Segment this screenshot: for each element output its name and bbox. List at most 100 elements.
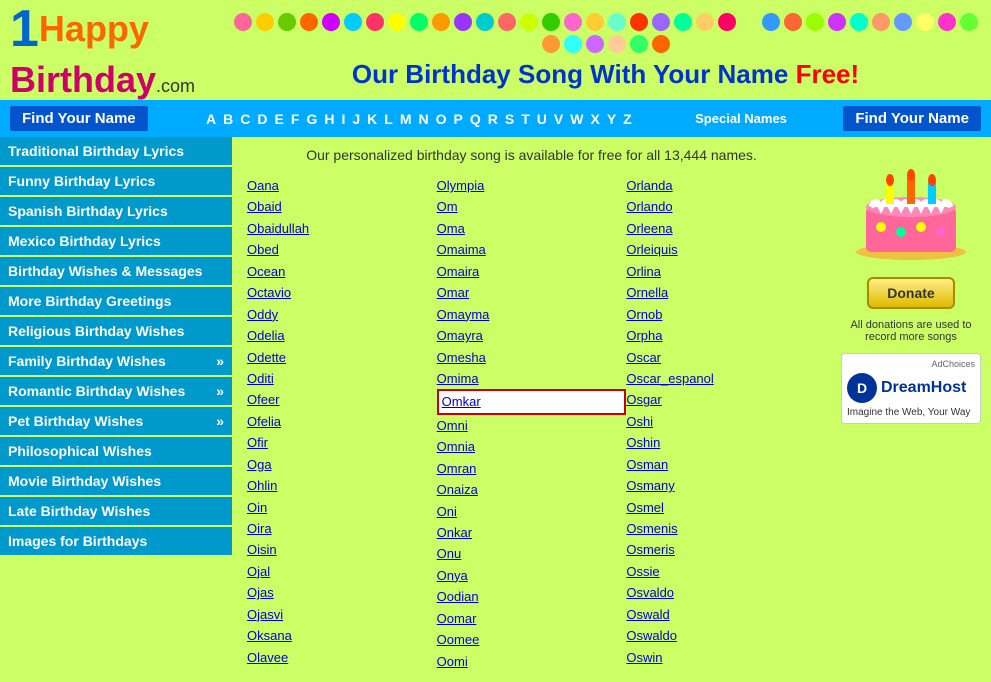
alpha-link-s[interactable]: S [503, 110, 516, 128]
name-link[interactable]: Omesha [437, 347, 627, 368]
sidebar-item-6[interactable]: Religious Birthday Wishes [0, 317, 232, 347]
name-link[interactable]: Orlanda [626, 175, 816, 196]
name-link[interactable]: Omni [437, 415, 627, 436]
alpha-link-l[interactable]: L [382, 110, 395, 128]
name-link[interactable]: Odelia [247, 325, 437, 346]
name-link[interactable]: Orpha [626, 325, 816, 346]
donate-button[interactable]: Donate [867, 277, 954, 309]
name-link[interactable]: Oin [247, 497, 437, 518]
alpha-link-h[interactable]: H [322, 110, 336, 128]
name-link[interactable]: Osman [626, 454, 816, 475]
alpha-link-i[interactable]: I [339, 110, 347, 128]
alpha-link-c[interactable]: C [238, 110, 252, 128]
alpha-link-b[interactable]: B [221, 110, 235, 128]
name-link[interactable]: Omran [437, 458, 627, 479]
sidebar-item-2[interactable]: Spanish Birthday Lyrics [0, 197, 232, 227]
name-link[interactable]: Oksana [247, 625, 437, 646]
name-link[interactable]: Ossie [626, 561, 816, 582]
name-link[interactable]: Octavio [247, 282, 437, 303]
name-link[interactable]: Ojas [247, 582, 437, 603]
name-link[interactable]: Omaima [437, 239, 627, 260]
name-link[interactable]: Onaiza [437, 479, 627, 500]
name-link[interactable]: Oditi [247, 368, 437, 389]
name-link[interactable]: Omar [437, 282, 627, 303]
sidebar-item-11[interactable]: Movie Birthday Wishes [0, 467, 232, 497]
name-link[interactable]: Omayma [437, 304, 627, 325]
alpha-link-f[interactable]: F [289, 110, 302, 128]
name-link[interactable]: Osmenis [626, 518, 816, 539]
alpha-link-v[interactable]: V [552, 110, 565, 128]
find-name-left-button[interactable]: Find Your Name [10, 106, 148, 131]
alpha-link-z[interactable]: Z [621, 110, 634, 128]
name-link[interactable]: Oshin [626, 432, 816, 453]
alpha-link-u[interactable]: U [535, 110, 549, 128]
sidebar-item-1[interactable]: Funny Birthday Lyrics [0, 167, 232, 197]
name-link[interactable]: Ofelia [247, 411, 437, 432]
name-link[interactable]: Oisin [247, 539, 437, 560]
alpha-link-g[interactable]: G [304, 110, 319, 128]
name-link[interactable]: Omnia [437, 436, 627, 457]
alpha-link-t[interactable]: T [519, 110, 532, 128]
alpha-link-o[interactable]: O [434, 110, 449, 128]
name-link[interactable]: Oma [437, 218, 627, 239]
name-link[interactable]: Oshi [626, 411, 816, 432]
name-link[interactable]: Oscar [626, 347, 816, 368]
sidebar-item-4[interactable]: Birthday Wishes & Messages [0, 257, 232, 287]
name-link[interactable]: Ojal [247, 561, 437, 582]
name-link[interactable]: Om [437, 196, 627, 217]
name-link[interactable]: Oswaldo [626, 625, 816, 646]
name-link[interactable]: Oomee [437, 629, 627, 650]
alpha-link-e[interactable]: E [273, 110, 286, 128]
sidebar-item-8[interactable]: Romantic Birthday Wishes» [0, 377, 232, 407]
name-link[interactable]: Oomar [437, 608, 627, 629]
name-link[interactable]: Osmany [626, 475, 816, 496]
name-link[interactable]: Olavee [247, 647, 437, 668]
name-link[interactable]: Onkar [437, 522, 627, 543]
alpha-link-n[interactable]: N [417, 110, 431, 128]
name-link[interactable]: Ohlin [247, 475, 437, 496]
name-link[interactable]: Onu [437, 543, 627, 564]
name-link[interactable]: Ofeer [247, 389, 437, 410]
sidebar-item-13[interactable]: Images for Birthdays [0, 527, 232, 557]
name-link[interactable]: Oscar_espanol [626, 368, 816, 389]
name-link[interactable]: Osmel [626, 497, 816, 518]
name-link[interactable]: Ornob [626, 304, 816, 325]
name-link[interactable]: Osmeris [626, 539, 816, 560]
name-link[interactable]: Onya [437, 565, 627, 586]
name-link[interactable]: Obaidullah [247, 218, 437, 239]
name-link[interactable]: Ocean [247, 261, 437, 282]
find-name-right-button[interactable]: Find Your Name [843, 106, 981, 131]
name-link[interactable]: Oni [437, 501, 627, 522]
name-link[interactable]: Omkar [437, 389, 627, 414]
name-link[interactable]: Osvaldo [626, 582, 816, 603]
name-link[interactable]: Osgar [626, 389, 816, 410]
name-link[interactable]: Oswald [626, 604, 816, 625]
name-link[interactable]: Oodian [437, 586, 627, 607]
sidebar-item-12[interactable]: Late Birthday Wishes [0, 497, 232, 527]
name-link[interactable]: Ornella [626, 282, 816, 303]
name-link[interactable]: Oana [247, 175, 437, 196]
name-link[interactable]: Oira [247, 518, 437, 539]
name-link[interactable]: Orlando [626, 196, 816, 217]
name-link[interactable]: Oswin [626, 647, 816, 668]
name-link[interactable]: Omayra [437, 325, 627, 346]
name-link[interactable]: Ojasvi [247, 604, 437, 625]
alpha-link-p[interactable]: P [452, 110, 465, 128]
name-link[interactable]: Ofir [247, 432, 437, 453]
sidebar-item-9[interactable]: Pet Birthday Wishes» [0, 407, 232, 437]
name-link[interactable]: Orleiquis [626, 239, 816, 260]
name-link[interactable]: Orlina [626, 261, 816, 282]
alpha-link-r[interactable]: R [486, 110, 500, 128]
name-link[interactable]: Oddy [247, 304, 437, 325]
sidebar-item-7[interactable]: Family Birthday Wishes» [0, 347, 232, 377]
alpha-link-m[interactable]: M [398, 110, 414, 128]
alpha-link-y[interactable]: Y [605, 110, 618, 128]
sidebar-item-10[interactable]: Philosophical Wishes [0, 437, 232, 467]
alpha-link-w[interactable]: W [568, 110, 585, 128]
sidebar-item-0[interactable]: Traditional Birthday Lyrics [0, 137, 232, 167]
alpha-link-x[interactable]: X [588, 110, 601, 128]
sidebar-item-5[interactable]: More Birthday Greetings [0, 287, 232, 317]
special-names-link[interactable]: Special Names [695, 111, 787, 126]
alpha-link-j[interactable]: J [350, 110, 362, 128]
name-link[interactable]: Omaira [437, 261, 627, 282]
